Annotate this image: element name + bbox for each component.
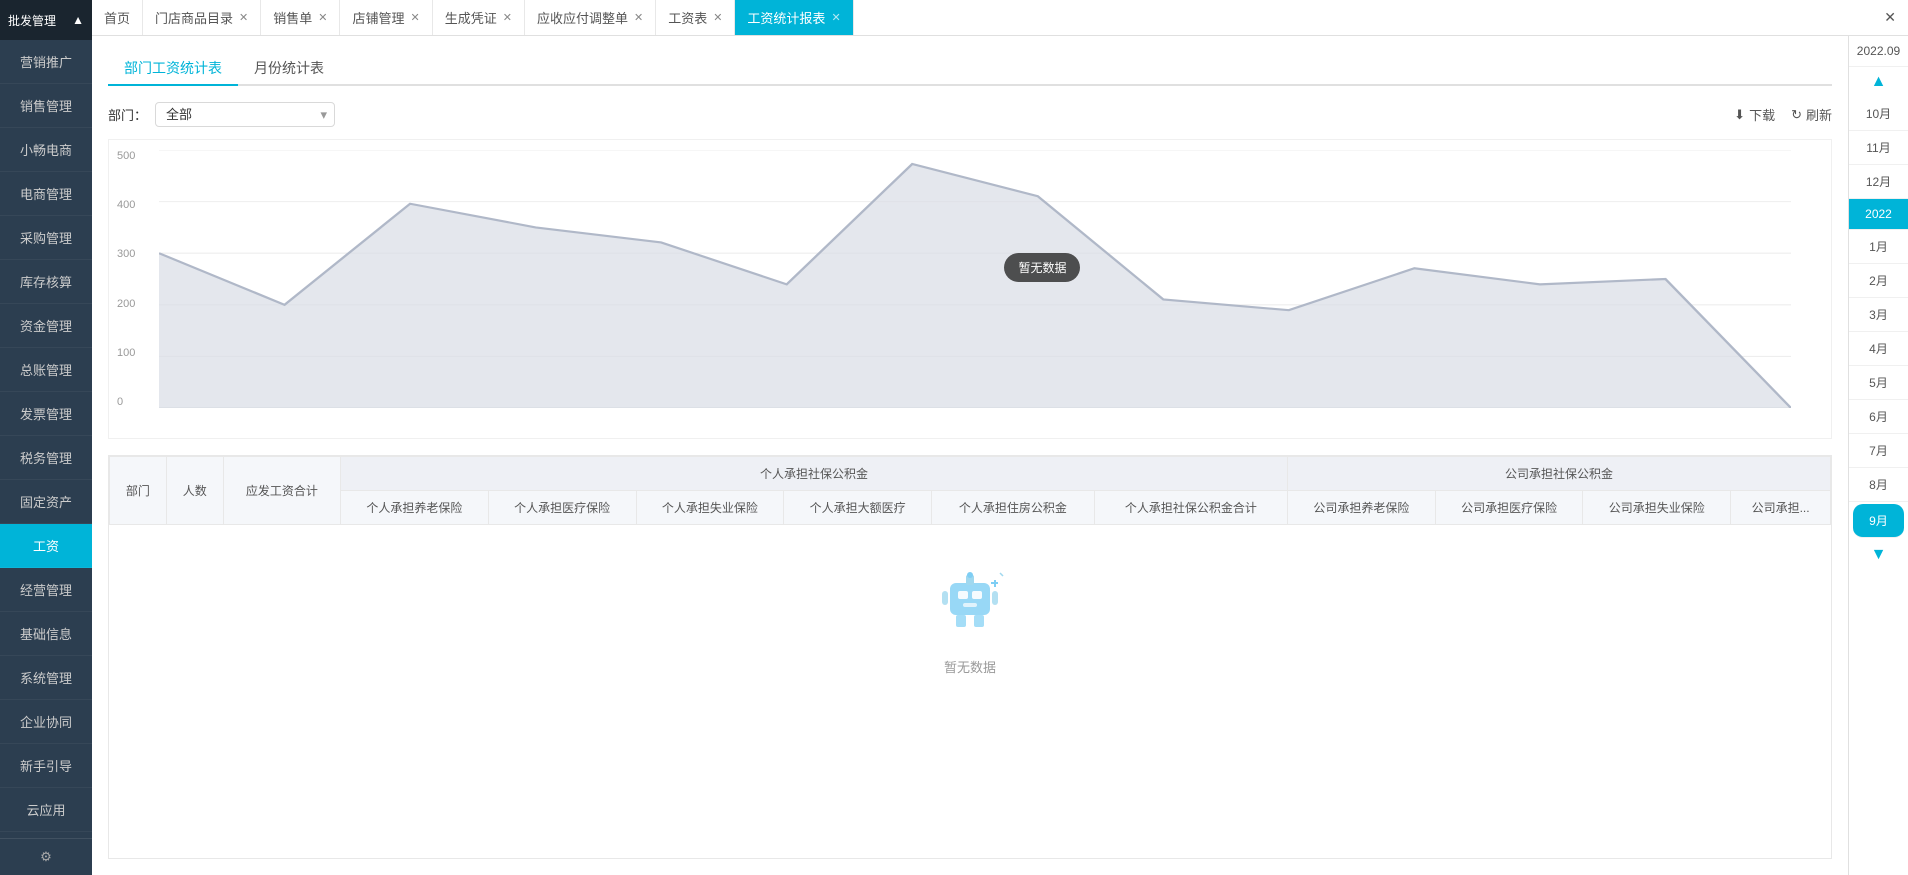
refresh-button[interactable]: ↻ 刷新 <box>1791 105 1832 124</box>
sidebar-item-purchase[interactable]: 采购管理 <box>0 216 92 260</box>
close-tab-sales-order[interactable]: ✕ <box>318 11 327 24</box>
sidebar-item-operations[interactable]: 经营管理 <box>0 568 92 612</box>
th-headcount: 人数 <box>166 457 223 525</box>
date-panel-jul[interactable]: 7月 <box>1849 434 1908 468</box>
toolbar-left: 部门： 全部 <box>108 102 335 127</box>
y-axis-labels: 500 400 300 200 100 0 <box>117 150 135 408</box>
chart-container: 500 400 300 200 100 0 <box>108 139 1832 439</box>
close-tab-payroll-table[interactable]: ✕ <box>713 11 722 24</box>
sidebar-item-guide[interactable]: 新手引导 <box>0 744 92 788</box>
date-panel: 2022.09 ▲ 10月 11月 12月 2022 1月 2月 3月 4月 5… <box>1848 36 1908 875</box>
sidebar-item-inventory[interactable]: 库存核算 <box>0 260 92 304</box>
sidebar-item-sales[interactable]: 销售管理 <box>0 84 92 128</box>
empty-state: 暂无数据 <box>109 525 1831 716</box>
close-tab-payroll-report[interactable]: ✕ <box>831 11 840 24</box>
sub-tab-dept-stats[interactable]: 部门工资统计表 <box>108 52 238 86</box>
sub-tab-monthly-stats[interactable]: 月份统计表 <box>238 52 340 86</box>
date-panel-year-label: 2022.09 <box>1849 36 1908 67</box>
th-dept: 部门 <box>110 457 167 525</box>
date-panel-jan[interactable]: 1月 <box>1849 230 1908 264</box>
date-panel-feb[interactable]: 2月 <box>1849 264 1908 298</box>
chart-no-data-tooltip: 暂无数据 <box>1004 253 1080 282</box>
main-area: 首页 门店商品目录 ✕ 销售单 ✕ 店铺管理 ✕ 生成凭证 ✕ 应收应付调整单 … <box>92 0 1908 875</box>
sidebar-item-ledger[interactable]: 总账管理 <box>0 348 92 392</box>
toolbar-right: ⬇ 下载 ↻ 刷新 <box>1734 105 1832 124</box>
th-personal-total: 个人承担社保公积金合计 <box>1094 491 1287 525</box>
sidebar-item-assets[interactable]: 固定资产 <box>0 480 92 524</box>
tab-store-mgmt[interactable]: 店铺管理 ✕ <box>340 0 432 35</box>
sidebar-item-invoice[interactable]: 发票管理 <box>0 392 92 436</box>
tab-payroll-table[interactable]: 工资表 ✕ <box>656 0 735 35</box>
tab-receivable[interactable]: 应收应付调整单 ✕ <box>525 0 656 35</box>
sidebar-item-system[interactable]: 系统管理 <box>0 656 92 700</box>
date-panel-mar[interactable]: 3月 <box>1849 298 1908 332</box>
tab-home[interactable]: 首页 <box>92 0 143 35</box>
gear-icon: ⚙ <box>40 849 52 864</box>
th-group-personal: 个人承担社保公积金 <box>341 457 1288 491</box>
tab-sales-order[interactable]: 销售单 ✕ <box>261 0 340 35</box>
th-company-medical: 公司承担医疗保险 <box>1435 491 1583 525</box>
date-panel-dec[interactable]: 12月 <box>1849 165 1908 199</box>
table-scroll[interactable]: 部门 人数 应发工资合计 个人承担社保公积金 公司承担社保公积金 个人承担养老保… <box>109 456 1831 525</box>
page-content: 部门工资统计表 月份统计表 部门： 全部 <box>92 36 1848 875</box>
sidebar: 批发管理 ▲ 营销推广 销售管理 小畅电商 电商管理 采购管理 库存核算 资金管… <box>0 0 92 875</box>
tab-bar: 首页 门店商品目录 ✕ 销售单 ✕ 店铺管理 ✕ 生成凭证 ✕ 应收应付调整单 … <box>92 0 1908 36</box>
date-panel-sep[interactable]: 9月 <box>1853 504 1904 538</box>
close-tab-receivable[interactable]: ✕ <box>634 11 643 24</box>
th-personal-housing: 个人承担住房公积金 <box>931 491 1094 525</box>
th-group-company: 公司承担社保公积金 <box>1288 457 1831 491</box>
empty-state-text: 暂无数据 <box>944 657 996 676</box>
sidebar-item-marketing[interactable]: 营销推广 <box>0 40 92 84</box>
sidebar-item-ecommerce-small[interactable]: 小畅电商 <box>0 128 92 172</box>
content-area: 部门工资统计表 月份统计表 部门： 全部 <box>92 36 1908 875</box>
download-icon: ⬇ <box>1734 107 1745 123</box>
th-personal-unemployment: 个人承担失业保险 <box>636 491 784 525</box>
sidebar-settings[interactable]: ⚙ <box>0 838 92 875</box>
sidebar-item-enterprise[interactable]: 企业协同 <box>0 700 92 744</box>
close-tab-generate-voucher[interactable]: ✕ <box>503 11 512 24</box>
th-company-unemployment: 公司承担失业保险 <box>1583 491 1731 525</box>
date-panel-nav-up[interactable]: ▲ <box>1849 67 1908 97</box>
sub-tabs: 部门工资统计表 月份统计表 <box>108 52 1832 86</box>
toolbar: 部门： 全部 ⬇ 下载 ↻ 刷新 <box>108 102 1832 127</box>
tab-bar-close-all[interactable]: ✕ <box>1872 9 1908 26</box>
dept-label: 部门： <box>108 105 147 124</box>
date-panel-aug[interactable]: 8月 <box>1849 468 1908 502</box>
th-company-more: 公司承担... <box>1731 491 1831 525</box>
chart-svg <box>159 150 1791 408</box>
close-tab-product[interactable]: ✕ <box>239 11 248 24</box>
dept-select[interactable]: 全部 <box>155 102 335 127</box>
sidebar-item-finance[interactable]: 资金管理 <box>0 304 92 348</box>
th-personal-pension: 个人承担养老保险 <box>341 491 489 525</box>
sidebar-header[interactable]: 批发管理 ▲ <box>0 0 92 40</box>
date-panel-oct[interactable]: 10月 <box>1849 97 1908 131</box>
table-container: 部门 人数 应发工资合计 个人承担社保公积金 公司承担社保公积金 个人承担养老保… <box>108 455 1832 859</box>
tab-generate-voucher[interactable]: 生成凭证 ✕ <box>433 0 525 35</box>
date-panel-may[interactable]: 5月 <box>1849 366 1908 400</box>
sidebar-title: 批发管理 <box>8 12 56 29</box>
th-personal-medical: 个人承担医疗保险 <box>488 491 636 525</box>
th-personal-large-medical: 个人承担大额医疗 <box>784 491 932 525</box>
refresh-icon: ↻ <box>1791 107 1802 123</box>
date-panel-nov[interactable]: 11月 <box>1849 131 1908 165</box>
date-panel-apr[interactable]: 4月 <box>1849 332 1908 366</box>
sidebar-toggle-icon: ▲ <box>72 13 84 27</box>
sidebar-item-cloud[interactable]: 云应用 <box>0 788 92 832</box>
sidebar-item-tax[interactable]: 税务管理 <box>0 436 92 480</box>
empty-icon <box>930 565 1010 645</box>
sidebar-item-basic[interactable]: 基础信息 <box>0 612 92 656</box>
download-button[interactable]: ⬇ 下载 <box>1734 105 1775 124</box>
data-table: 部门 人数 应发工资合计 个人承担社保公积金 公司承担社保公积金 个人承担养老保… <box>109 456 1831 525</box>
sidebar-item-ecommerce[interactable]: 电商管理 <box>0 172 92 216</box>
sidebar-item-payroll[interactable]: 工资 <box>0 524 92 568</box>
dept-select-wrapper: 全部 <box>155 102 335 127</box>
date-panel-nav-down[interactable]: ▼ <box>1849 540 1908 570</box>
th-company-pension: 公司承担养老保险 <box>1288 491 1436 525</box>
date-panel-year-2022[interactable]: 2022 <box>1849 199 1908 230</box>
tab-product[interactable]: 门店商品目录 ✕ <box>143 0 261 35</box>
close-tab-store-mgmt[interactable]: ✕ <box>411 11 420 24</box>
tab-payroll-report[interactable]: 工资统计报表 ✕ <box>735 0 853 35</box>
date-panel-jun[interactable]: 6月 <box>1849 400 1908 434</box>
th-total-wage: 应发工资合计 <box>223 457 340 525</box>
